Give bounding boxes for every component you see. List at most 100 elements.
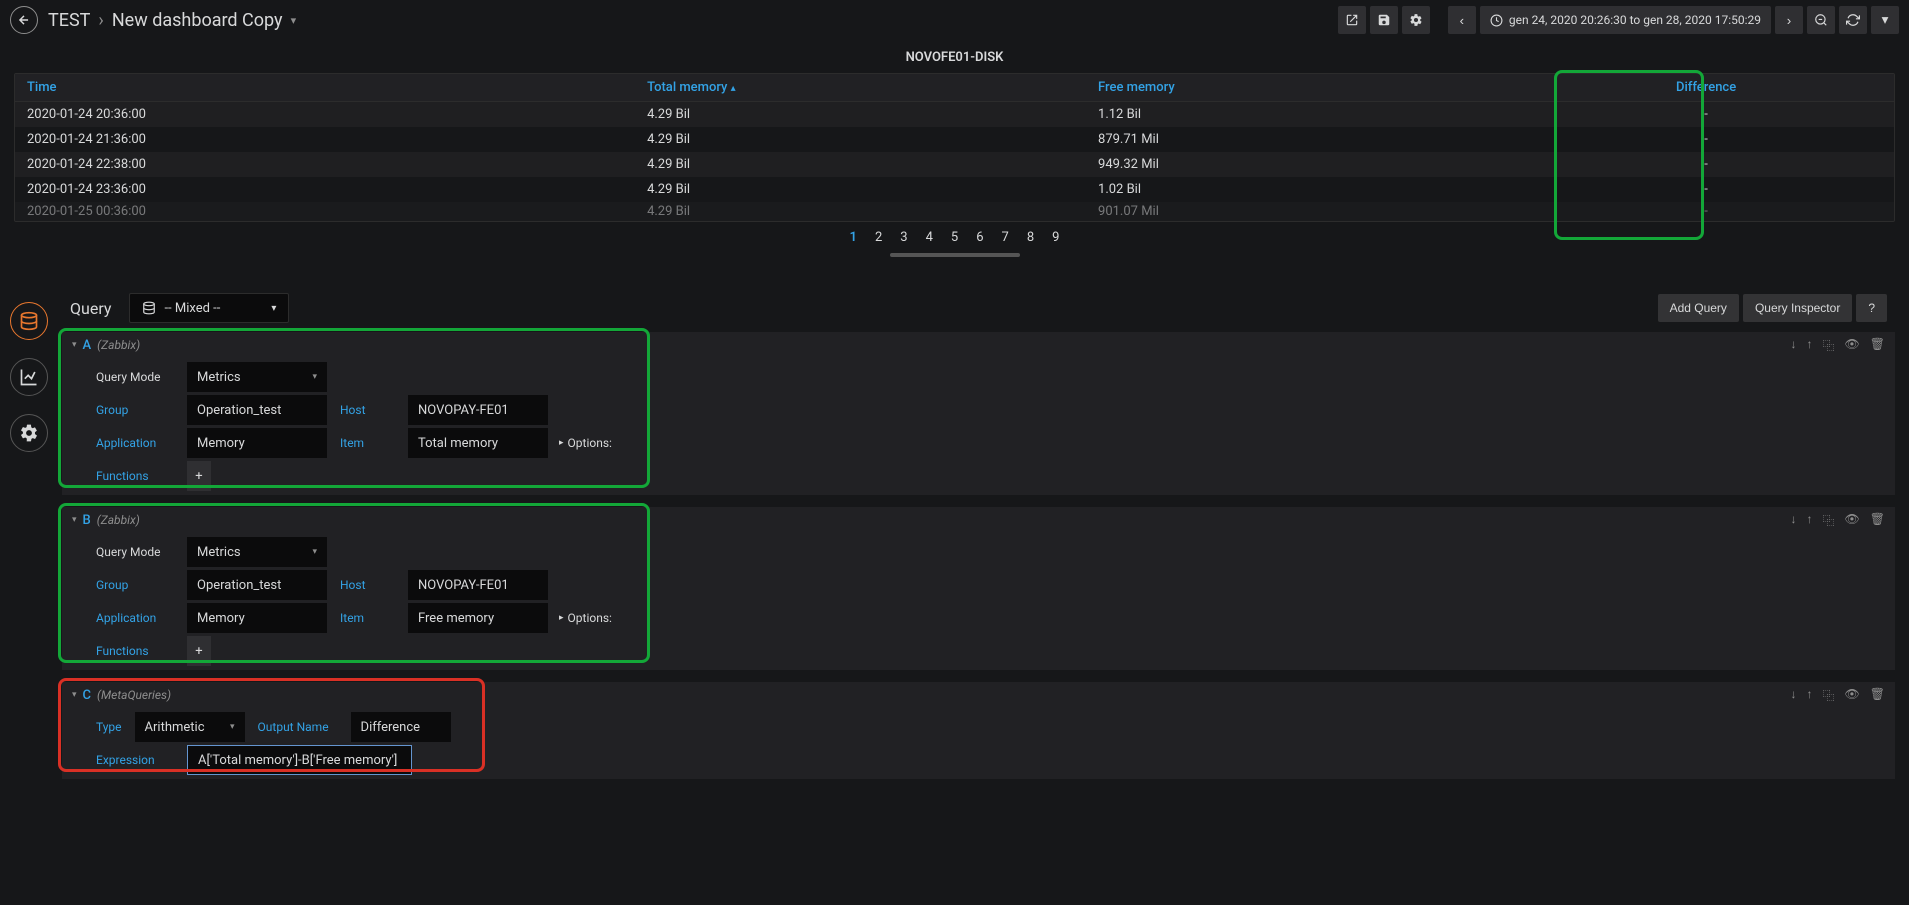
page-link[interactable]: 5 [951, 230, 958, 245]
query-help-button[interactable]: ? [1856, 294, 1887, 322]
caret-down-icon[interactable]: ▾ [291, 14, 297, 27]
add-query-button[interactable]: Add Query [1658, 294, 1739, 322]
move-down-icon[interactable]: ↓ [1791, 512, 1797, 529]
options-toggle[interactable]: Options: [551, 428, 620, 458]
delete-icon[interactable]: 🗑 [1870, 687, 1885, 704]
add-function-button[interactable]: + [187, 636, 211, 666]
page-link[interactable]: 2 [875, 230, 882, 245]
page-link[interactable]: 6 [976, 230, 983, 245]
datasource-picker[interactable]: -- Mixed -- ▾ [129, 293, 289, 323]
type-select[interactable]: Arithmetic▾ [135, 712, 245, 742]
expression-label: Expression [86, 745, 184, 775]
toggle-visibility-icon[interactable]: 👁 [1845, 337, 1860, 354]
item-input[interactable]: Free memory [408, 603, 548, 633]
nav-general[interactable] [10, 414, 48, 452]
query-letter: A [83, 338, 92, 353]
query-row-header[interactable]: ▾ B (Zabbix) ↓ ↑ ⿻ 👁 🗑 [62, 507, 1895, 533]
move-up-icon[interactable]: ↑ [1807, 687, 1813, 704]
application-input[interactable]: Memory [187, 603, 327, 633]
application-label: Application [86, 428, 184, 458]
query-inspector-button[interactable]: Query Inspector [1743, 294, 1852, 322]
time-prev-button[interactable]: ‹ [1448, 6, 1476, 34]
database-icon [142, 301, 156, 315]
share-button[interactable] [1338, 6, 1366, 34]
save-button[interactable] [1370, 6, 1398, 34]
query-row-c: ▾ C (MetaQueries) ↓ ↑ ⿻ 👁 🗑 Type Arithme… [62, 682, 1895, 779]
query-mode-select[interactable]: Metrics▾ [187, 537, 327, 567]
col-time-header[interactable]: Time [15, 74, 635, 102]
delete-icon[interactable]: 🗑 [1870, 512, 1885, 529]
item-label: Item [330, 428, 405, 458]
horizontal-scrollbar[interactable] [890, 253, 1020, 257]
page-link[interactable]: 9 [1052, 230, 1059, 245]
time-picker[interactable]: gen 24, 2020 20:26:30 to gen 28, 2020 17… [1480, 6, 1771, 34]
settings-button[interactable] [1402, 6, 1430, 34]
expression-input[interactable]: A['Total memory']-B['Free memory'] [187, 745, 412, 775]
toggle-visibility-icon[interactable]: 👁 [1845, 687, 1860, 704]
query-header: Query -- Mixed -- ▾ Add Query Query Insp… [62, 287, 1895, 329]
page-link[interactable]: 1 [850, 230, 857, 245]
col-total-header[interactable]: Total memory ▴ [635, 74, 1086, 102]
move-up-icon[interactable]: ↑ [1807, 337, 1813, 354]
query-row-b: ▾ B (Zabbix) ↓ ↑ ⿻ 👁 🗑 Query Mode Metric… [62, 507, 1895, 670]
query-row-header[interactable]: ▾ C (MetaQueries) ↓ ↑ ⿻ 👁 🗑 [62, 682, 1895, 708]
toggle-visibility-icon[interactable]: 👁 [1845, 512, 1860, 529]
host-input[interactable]: NOVOPAY-FE01 [408, 395, 548, 425]
caret-down-icon: ▾ [271, 303, 276, 314]
page-link[interactable]: 4 [926, 230, 933, 245]
host-input[interactable]: NOVOPAY-FE01 [408, 570, 548, 600]
query-mode-label: Query Mode [86, 362, 184, 392]
refresh-button[interactable] [1839, 6, 1867, 34]
time-range-text: gen 24, 2020 20:26:30 to gen 28, 2020 17… [1509, 13, 1761, 27]
duplicate-icon[interactable]: ⿻ [1823, 687, 1835, 704]
caret-down-icon: ▾ [72, 690, 77, 700]
table-header-row: Time Total memory ▴ Free memory Differen… [15, 74, 1894, 102]
nav-visualization[interactable] [10, 358, 48, 396]
group-label: Group [86, 395, 184, 425]
page-link[interactable]: 8 [1027, 230, 1034, 245]
group-input[interactable]: Operation_test [187, 395, 327, 425]
options-toggle[interactable]: Options: [551, 603, 620, 633]
application-input[interactable]: Memory [187, 428, 327, 458]
table-row: 2020-01-24 23:36:004.29 Bil1.02 Bil- [15, 177, 1894, 202]
output-name-label: Output Name [248, 712, 348, 742]
query-mode-select[interactable]: Metrics▾ [187, 362, 327, 392]
database-icon [19, 311, 39, 331]
zoom-out-button[interactable] [1807, 6, 1835, 34]
output-name-input[interactable]: Difference [351, 712, 451, 742]
duplicate-icon[interactable]: ⿻ [1823, 337, 1835, 354]
row-actions: ↓ ↑ ⿻ 👁 🗑 [1791, 687, 1885, 704]
back-button[interactable] [10, 6, 38, 34]
breadcrumb-title[interactable]: New dashboard Copy [112, 10, 283, 31]
query-letter: B [83, 513, 91, 528]
refresh-interval-button[interactable]: ▾ [1871, 6, 1899, 34]
move-up-icon[interactable]: ↑ [1807, 512, 1813, 529]
query-letter: C [83, 688, 92, 703]
table-row: 2020-01-24 21:36:004.29 Bil879.71 Mil- [15, 127, 1894, 152]
top-toolbar: TEST › New dashboard Copy ▾ ‹ gen 24, 20… [0, 0, 1909, 40]
item-input[interactable]: Total memory [408, 428, 548, 458]
host-label: Host [330, 570, 405, 600]
add-function-button[interactable]: + [187, 461, 211, 491]
duplicate-icon[interactable]: ⿻ [1823, 512, 1835, 529]
gear-icon [1409, 13, 1423, 27]
query-row-header[interactable]: ▾ A (Zabbix) ↓ ↑ ⿻ 👁 🗑 [62, 332, 1895, 358]
page-link[interactable]: 7 [1002, 230, 1009, 245]
page-link[interactable]: 3 [900, 230, 907, 245]
time-next-button[interactable]: › [1775, 6, 1803, 34]
host-label: Host [330, 395, 405, 425]
group-input[interactable]: Operation_test [187, 570, 327, 600]
breadcrumb-root[interactable]: TEST [48, 10, 90, 31]
move-down-icon[interactable]: ↓ [1791, 337, 1797, 354]
table-row: 2020-01-25 00:36:004.29 Bil901.07 Mil- [15, 202, 1894, 221]
move-down-icon[interactable]: ↓ [1791, 687, 1797, 704]
side-nav [10, 302, 48, 452]
functions-label: Functions [86, 461, 184, 491]
col-diff-header[interactable]: Difference [1518, 74, 1894, 102]
query-datasource-label: (MetaQueries) [97, 688, 171, 702]
application-label: Application [86, 603, 184, 633]
nav-queries[interactable] [10, 302, 48, 340]
table-row: 2020-01-24 22:38:004.29 Bil949.32 Mil- [15, 152, 1894, 177]
delete-icon[interactable]: 🗑 [1870, 337, 1885, 354]
col-free-header[interactable]: Free memory [1086, 74, 1518, 102]
